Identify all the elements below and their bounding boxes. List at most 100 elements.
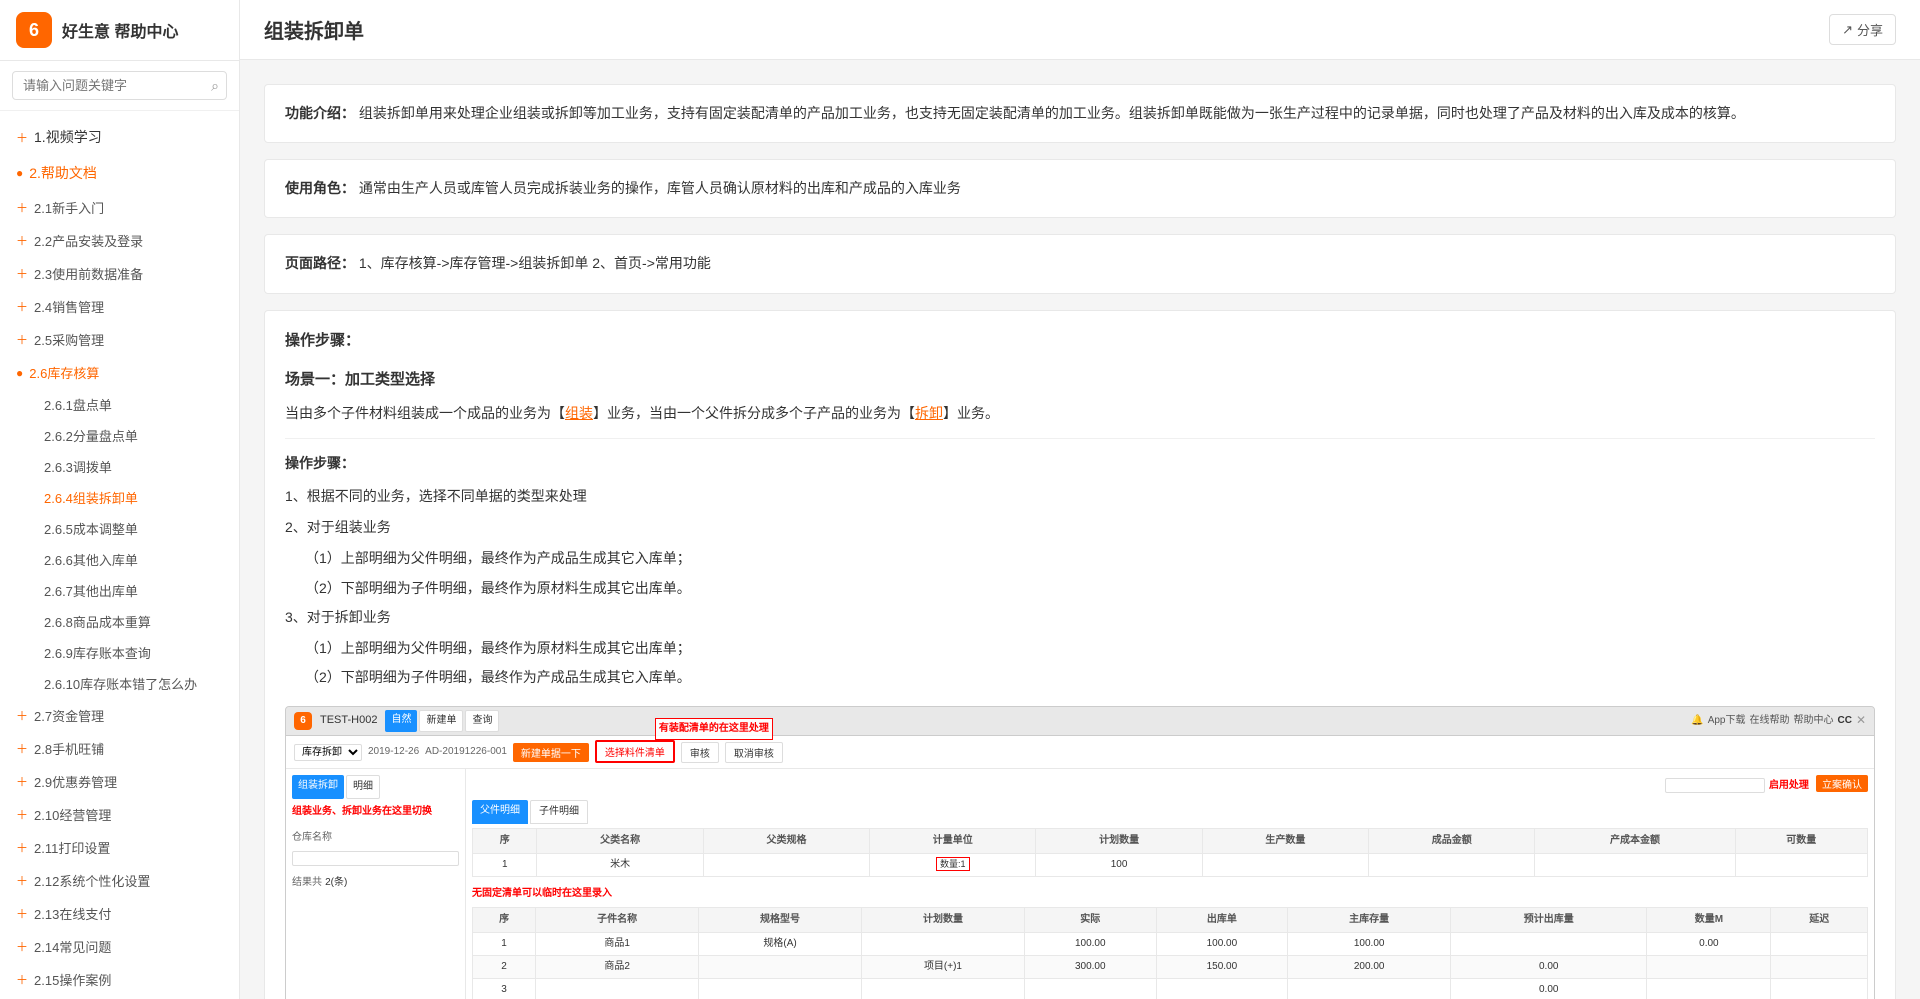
- sidebar-item-other-in[interactable]: 2.6.6其他入库单: [0, 544, 239, 575]
- sidebar-item-purchase[interactable]: ＋ 2.5采购管理: [0, 323, 239, 356]
- intro-text: 组装拆卸单用来处理企业组装或拆卸等加工业务，支持有固定装配清单的产品加工业务，也…: [359, 105, 1745, 121]
- ss-new-doc-btn[interactable]: 新建单据一下: [513, 743, 589, 762]
- th-c-qty-m: 数量M: [1647, 907, 1771, 932]
- nav-section-2: ● 2.帮助文档 ＋ 2.1新手入门 ＋ 2.2产品安装及登录 ＋ 2.3使用前…: [0, 155, 239, 996]
- ss-child-table: 序 子件名称 规格型号 计划数量 实际 出库单 主库存量 预计出库量 数量M: [472, 907, 1868, 999]
- ss-tab-child[interactable]: 子件明细: [530, 800, 588, 824]
- plus-icon: ＋: [16, 806, 28, 823]
- sidebar-item-cases[interactable]: ＋ 2.15操作案例: [0, 963, 239, 996]
- th-cost-amt: 产成本金额: [1535, 828, 1735, 853]
- sidebar-item-install[interactable]: ＋ 2.2产品安装及登录: [0, 224, 239, 257]
- ss-assemble-tab[interactable]: 组装拆卸: [292, 775, 344, 799]
- ss-parent-table: 序 父类名称 父类规格 计量单位 计划数量 生产数量 成品金额 产成本金额 可数…: [472, 828, 1868, 877]
- sidebar-item-mobile[interactable]: ＋ 2.8手机旺铺: [0, 732, 239, 765]
- table-row: 30.00: [473, 978, 1868, 999]
- sidebar-item-cost-recalc[interactable]: 2.6.8商品成本重算: [0, 606, 239, 637]
- ss-warehouse-input[interactable]: [292, 851, 459, 866]
- ss-action-bar: 库存拆卸 2019-12-26 AD-20191226-001 新建单据一下 选…: [286, 736, 1874, 769]
- step2-sub1: （1）上部明细为父件明细，最终作为产成品生成其它入库单；: [285, 546, 1875, 571]
- sidebar-item-payment[interactable]: ＋ 2.13在线支付: [0, 897, 239, 930]
- sidebar-item-sales[interactable]: ＋ 2.4销售管理: [0, 290, 239, 323]
- td-cell-7: 0.00: [1451, 978, 1647, 999]
- app-logo: 6: [16, 12, 52, 48]
- td-cell-2: [699, 978, 862, 999]
- ss-bell-icon: 🔔: [1691, 712, 1703, 730]
- annotation-type-switch: 组装业务、拆卸业务在这里切换: [292, 803, 459, 821]
- sidebar-item-stocktake[interactable]: 2.6.1盘点单: [0, 389, 239, 420]
- td-parent-name: 米木: [537, 853, 703, 876]
- td-cell-5: 150.00: [1156, 955, 1288, 978]
- td-cell-6: [1288, 978, 1451, 999]
- sidebar-item-inventory[interactable]: ● 2.6库存核算: [0, 356, 239, 389]
- sidebar-item-stock-query[interactable]: 2.6.9库存账本查询: [0, 637, 239, 668]
- sidebar-item-other-out[interactable]: 2.6.7其他出库单: [0, 575, 239, 606]
- sidebar-item-transfer[interactable]: 2.6.3调拨单: [0, 451, 239, 482]
- ss-enabled-input[interactable]: [1665, 778, 1765, 793]
- ss-help-center-label: 帮助中心: [1793, 712, 1833, 730]
- td-prod-qty: [1202, 853, 1368, 876]
- td-cell-9: [1771, 978, 1868, 999]
- td-cell-4: 100.00: [1024, 932, 1156, 955]
- sidebar-item-ops[interactable]: ＋ 2.10经营管理: [0, 798, 239, 831]
- sidebar-sub-inventory: 2.6.1盘点单 2.6.2分量盘点单 2.6.3调拨单 2.6.4组装拆卸单 …: [0, 389, 239, 699]
- td-plan-qty: 100: [1036, 853, 1202, 876]
- ss-bom-btn[interactable]: 选择料件清单: [595, 740, 675, 763]
- op-steps-title: 操作步骤：: [285, 327, 1875, 354]
- sidebar-item-data-prep[interactable]: ＋ 2.3使用前数据准备: [0, 257, 239, 290]
- sidebar-item-faq[interactable]: ＋ 2.14常见问题: [0, 930, 239, 963]
- ss-warehouse-row: 仓库名称: [292, 829, 459, 869]
- ss-tab-parent[interactable]: 父件明细: [472, 800, 528, 824]
- th-c-expect-out: 预计出库量: [1451, 907, 1647, 932]
- step3-sub2: （2）下部明细为子件明细，最终作为产成品生成其它入库单。: [285, 665, 1875, 690]
- ss-tab-new[interactable]: 新建单: [419, 710, 463, 732]
- sidebar-search-area: ⌕: [0, 61, 239, 111]
- th-c-actual: 实际: [1024, 907, 1156, 932]
- ss-rows-row: 结果共 2(条): [292, 873, 459, 893]
- scene1-title: 场景一：加工类型选择: [285, 366, 1875, 393]
- th-seq: 序: [473, 828, 537, 853]
- sidebar-item-cost-adjust[interactable]: 2.6.5成本调整单: [0, 513, 239, 544]
- sidebar-item-print[interactable]: ＋ 2.11打印设置: [0, 831, 239, 864]
- ss-detail-tab[interactable]: 明细: [346, 775, 380, 799]
- ss-tab-query[interactable]: 查询: [465, 710, 499, 732]
- th-c-delay: 延迟: [1771, 907, 1868, 932]
- td-prod-amt: [1369, 853, 1535, 876]
- ss-close-icon[interactable]: ✕: [1856, 710, 1866, 732]
- ss-tab-home[interactable]: 自然: [385, 710, 417, 732]
- td-cell-9: [1771, 955, 1868, 978]
- annotation-no-bom: 无固定清单可以临时在这里录入: [472, 885, 1868, 903]
- share-button[interactable]: ↗ 分享: [1829, 14, 1896, 45]
- disassemble-link[interactable]: 拆卸: [915, 405, 943, 421]
- ss-confirm-btn[interactable]: 立案确认: [1816, 775, 1868, 792]
- sidebar-item-system[interactable]: ＋ 2.12系统个性化设置: [0, 864, 239, 897]
- ss-approve-btn[interactable]: 审核: [681, 742, 719, 763]
- plus-icon: ＋: [16, 905, 28, 922]
- sidebar-item-partial-stocktake[interactable]: 2.6.2分量盘点单: [0, 420, 239, 451]
- annotation-enabled: 启用处理: [1769, 777, 1809, 795]
- th-avail-qty: 可数量: [1735, 828, 1867, 853]
- scene1-desc: 当由多个子件材料组装成一个成品的业务为【组装】业务，当由一个父件拆分成多个子产品…: [285, 401, 1875, 426]
- ss-cancel-btn[interactable]: 取消审核: [725, 742, 783, 763]
- plus-icon: ＋: [16, 938, 28, 955]
- ss-left-panel: 组装拆卸 明细 组装业务、拆卸业务在这里切换 仓库名称 结果共 2(条): [286, 769, 466, 999]
- td-cell-7: [1451, 932, 1647, 955]
- th-parent-name: 父类名称: [537, 828, 703, 853]
- sidebar-item-coupon[interactable]: ＋ 2.9优惠券管理: [0, 765, 239, 798]
- search-input[interactable]: [12, 71, 227, 100]
- ss-apps-label: App下载: [1708, 712, 1746, 730]
- path-box: 页面路径： 1、库存核算->库存管理->组装拆卸单 2、首页->常用功能: [264, 234, 1896, 293]
- td-cell-1: [536, 978, 699, 999]
- td-cell-5: [1156, 978, 1288, 999]
- share-icon: ↗: [1842, 22, 1853, 38]
- sidebar-item-stock-error[interactable]: 2.6.10库存账本错了怎么办: [0, 668, 239, 699]
- plus-icon: ＋: [16, 707, 28, 724]
- annotation-bom: 有装配清单的在这里处理: [655, 718, 773, 740]
- plus-icon: ＋: [16, 331, 28, 348]
- assemble-link[interactable]: 组装: [565, 405, 593, 421]
- sidebar-item-help-docs[interactable]: ● 2.帮助文档: [0, 155, 239, 191]
- sidebar-item-video[interactable]: ＋ 1.视频学习: [0, 119, 239, 155]
- sidebar-item-assembly[interactable]: 2.6.4组装拆卸单: [0, 482, 239, 513]
- ss-doc-type-select[interactable]: 库存拆卸: [294, 744, 362, 761]
- sidebar-item-new-user[interactable]: ＋ 2.1新手入门: [0, 191, 239, 224]
- sidebar-item-finance[interactable]: ＋ 2.7资金管理: [0, 699, 239, 732]
